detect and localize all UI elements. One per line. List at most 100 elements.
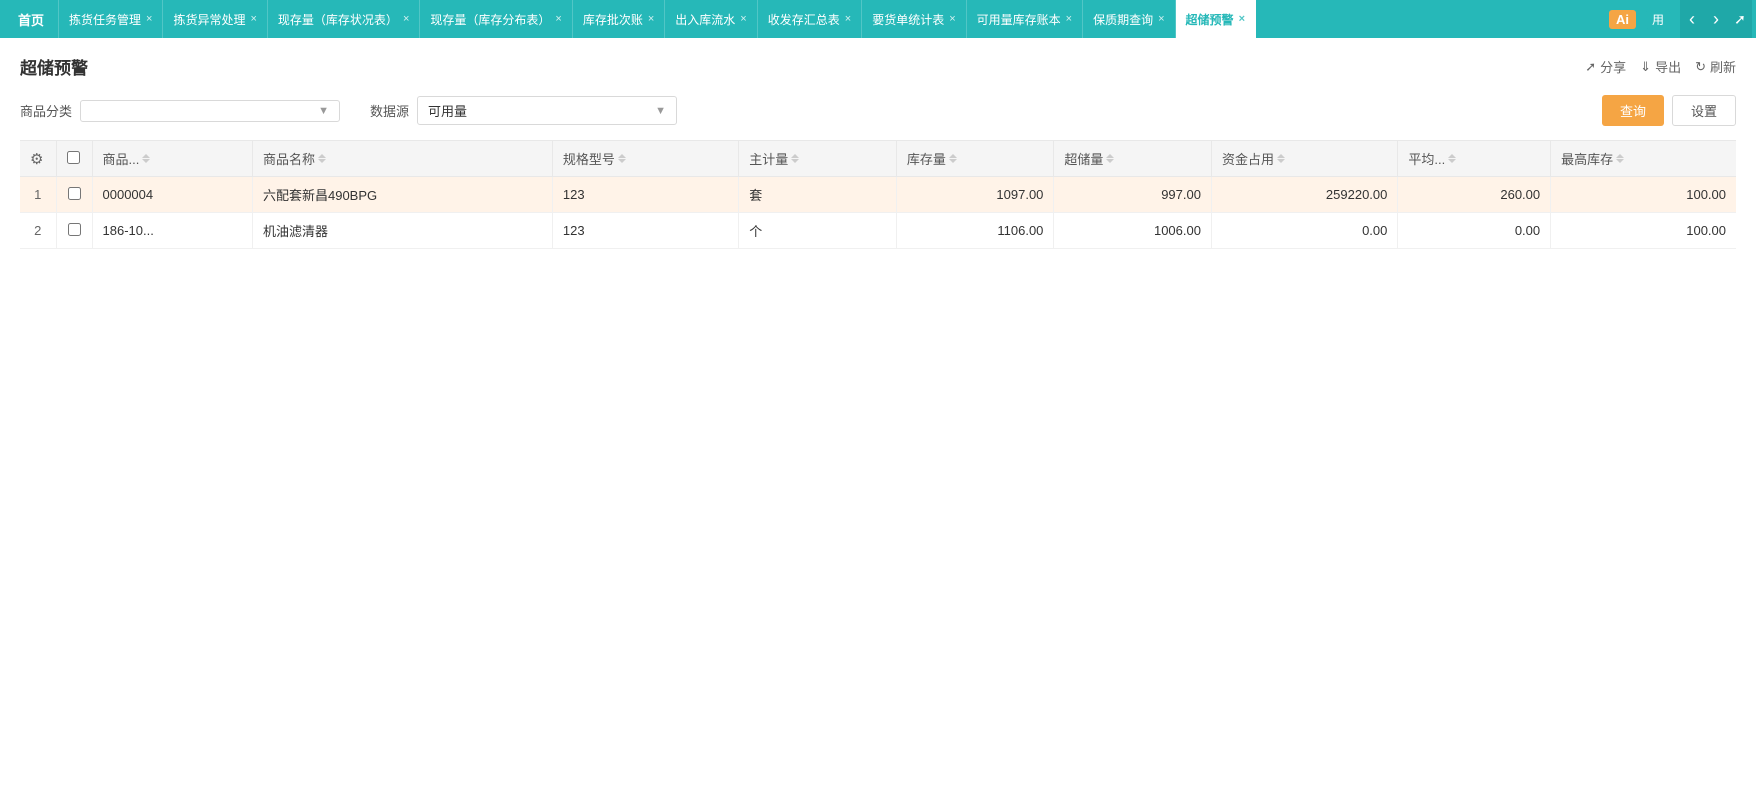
col-max-stock: 最高库存: [1551, 141, 1736, 177]
nav-tab-0[interactable]: 首页: [4, 0, 59, 38]
nav-tab-close-5[interactable]: ×: [648, 13, 654, 25]
nav-tab-1[interactable]: 拣货任务管理 ×: [59, 0, 163, 38]
ai-badge[interactable]: Ai: [1609, 10, 1636, 29]
col-avg: 平均...: [1398, 141, 1551, 177]
sort-max-stock[interactable]: 最高库存: [1561, 149, 1624, 168]
col-stock: 库存量: [896, 141, 1054, 177]
settings-gear-icon[interactable]: ⚙: [30, 151, 43, 168]
nav-tab-label-0: 首页: [18, 10, 44, 29]
nav-tab-close-4[interactable]: ×: [555, 13, 561, 25]
query-button[interactable]: 查询: [1602, 95, 1664, 126]
nav-tab-close-8[interactable]: ×: [949, 13, 955, 25]
nav-arrow-left[interactable]: ‹: [1680, 0, 1704, 38]
cell-product-name: 机油滤清器: [252, 213, 552, 249]
sort-icon-unit: [791, 154, 799, 163]
sort-stock[interactable]: 库存量: [907, 149, 957, 168]
nav-tab-close-11[interactable]: ×: [1239, 13, 1245, 25]
nav-tab-6[interactable]: 出入库流水×: [665, 0, 757, 38]
nav-tab-9[interactable]: 可用量库存账本 ×: [967, 0, 1083, 38]
sort-icon-stock: [949, 154, 957, 163]
sort-avg[interactable]: 平均...: [1408, 149, 1456, 168]
cell-product-code: 186-10...: [92, 213, 252, 249]
nav-tab-8[interactable]: 要货单统计表 ×: [862, 0, 966, 38]
cell-over-stock: 997.00: [1054, 177, 1212, 213]
col-spec: 规格型号: [552, 141, 738, 177]
nav-tab-10[interactable]: 保质期查询 ×: [1083, 0, 1175, 38]
nav-tab-label-8: 要货单统计表: [872, 11, 944, 28]
sort-icon-product-code: [142, 154, 150, 163]
nav-tab-3[interactable]: 现存量（库存状况表） ×: [268, 0, 420, 38]
nav-tab-close-6[interactable]: ×: [740, 13, 746, 25]
nav-tab-11[interactable]: 超储预警×: [1176, 0, 1256, 38]
category-select[interactable]: ▼: [80, 100, 340, 122]
share-icon: ➚: [1585, 59, 1596, 75]
cell-avg: 0.00: [1398, 213, 1551, 249]
sort-icon-over-stock: [1106, 154, 1114, 163]
row-checkbox-0[interactable]: [68, 187, 81, 200]
cell-capital: 0.00: [1211, 213, 1397, 249]
sort-product-name[interactable]: 商品名称: [263, 149, 326, 168]
export-icon: ⇓: [1640, 59, 1651, 75]
sort-unit[interactable]: 主计量: [749, 149, 799, 168]
cell-avg: 260.00: [1398, 177, 1551, 213]
nav-tab-close-9[interactable]: ×: [1066, 13, 1072, 25]
category-label: 商品分类: [20, 101, 72, 120]
sort-icon-product-name: [318, 154, 326, 163]
col-settings: ⚙: [20, 141, 56, 177]
nav-tab-close-10[interactable]: ×: [1158, 13, 1164, 25]
share-button[interactable]: ➚ 分享: [1585, 57, 1626, 76]
sort-over-stock[interactable]: 超储量: [1064, 149, 1114, 168]
col-product-name: 商品名称: [252, 141, 552, 177]
nav-tab-label-2: 拣货异常处理: [173, 11, 245, 28]
nav-arrow-right[interactable]: ›: [1704, 0, 1728, 38]
sort-icon-avg: [1448, 154, 1456, 163]
nav-tab-4[interactable]: 现存量（库存分布表）×: [420, 0, 572, 38]
nav-tab-label-3: 现存量（库存状况表）: [278, 11, 398, 28]
page-title: 超储预警: [20, 54, 88, 79]
filter-row: 商品分类 ▼ 数据源 可用量 ▼ 查询 设置: [20, 95, 1736, 126]
col-over-stock: 超储量: [1054, 141, 1212, 177]
cell-product-name: 六配套新昌490BPG: [252, 177, 552, 213]
sort-icon-capital: [1277, 154, 1285, 163]
datasource-filter: 数据源 可用量 ▼: [370, 96, 677, 125]
export-button[interactable]: ⇓ 导出: [1640, 57, 1681, 76]
nav-tab-label-1: 拣货任务管理: [69, 11, 141, 28]
row-checkbox-1[interactable]: [68, 223, 81, 236]
cell-checkbox[interactable]: [56, 213, 92, 249]
export-label: 导出: [1655, 57, 1681, 76]
cell-stock: 1106.00: [896, 213, 1054, 249]
nav-tab-label-9: 可用量库存账本: [977, 11, 1061, 28]
nav-arrow-expand[interactable]: ➚: [1728, 0, 1752, 38]
nav-tab-label-7: 收发存汇总表: [768, 11, 840, 28]
nav-tab-2[interactable]: 拣货异常处理 ×: [163, 0, 267, 38]
sort-product-code[interactable]: 商品...: [103, 149, 151, 168]
datasource-select[interactable]: 可用量 ▼: [417, 96, 677, 125]
col-product-code: 商品...: [92, 141, 252, 177]
setting-button[interactable]: 设置: [1672, 95, 1736, 126]
refresh-icon: ↻: [1695, 59, 1706, 75]
datasource-select-text: 可用量: [428, 101, 467, 120]
nav-tab-5[interactable]: 库存批次账 ×: [573, 0, 665, 38]
cell-capital: 259220.00: [1211, 177, 1397, 213]
nav-tab-close-2[interactable]: ×: [250, 13, 256, 25]
cell-over-stock: 1006.00: [1054, 213, 1212, 249]
refresh-button[interactable]: ↻ 刷新: [1695, 57, 1736, 76]
cell-checkbox[interactable]: [56, 177, 92, 213]
share-label: 分享: [1600, 57, 1626, 76]
avatar[interactable]: 用: [1644, 5, 1672, 33]
nav-tab-close-7[interactable]: ×: [845, 13, 851, 25]
cell-stock: 1097.00: [896, 177, 1054, 213]
nav-tab-label-5: 库存批次账: [583, 11, 643, 28]
nav-tab-7[interactable]: 收发存汇总表 ×: [758, 0, 862, 38]
chevron-down-icon2: ▼: [655, 105, 666, 117]
nav-tab-label-10: 保质期查询: [1093, 11, 1153, 28]
cell-unit: 个: [739, 213, 897, 249]
select-all-checkbox[interactable]: [67, 151, 80, 164]
sort-capital[interactable]: 资金占用: [1222, 149, 1285, 168]
nav-tab-close-1[interactable]: ×: [146, 13, 152, 25]
sort-icon-spec: [618, 154, 626, 163]
cell-unit: 套: [739, 177, 897, 213]
nav-tab-close-3[interactable]: ×: [403, 13, 409, 25]
sort-spec[interactable]: 规格型号: [563, 149, 626, 168]
table-row: 2186-10...机油滤清器123个1106.001006.000.000.0…: [20, 213, 1736, 249]
